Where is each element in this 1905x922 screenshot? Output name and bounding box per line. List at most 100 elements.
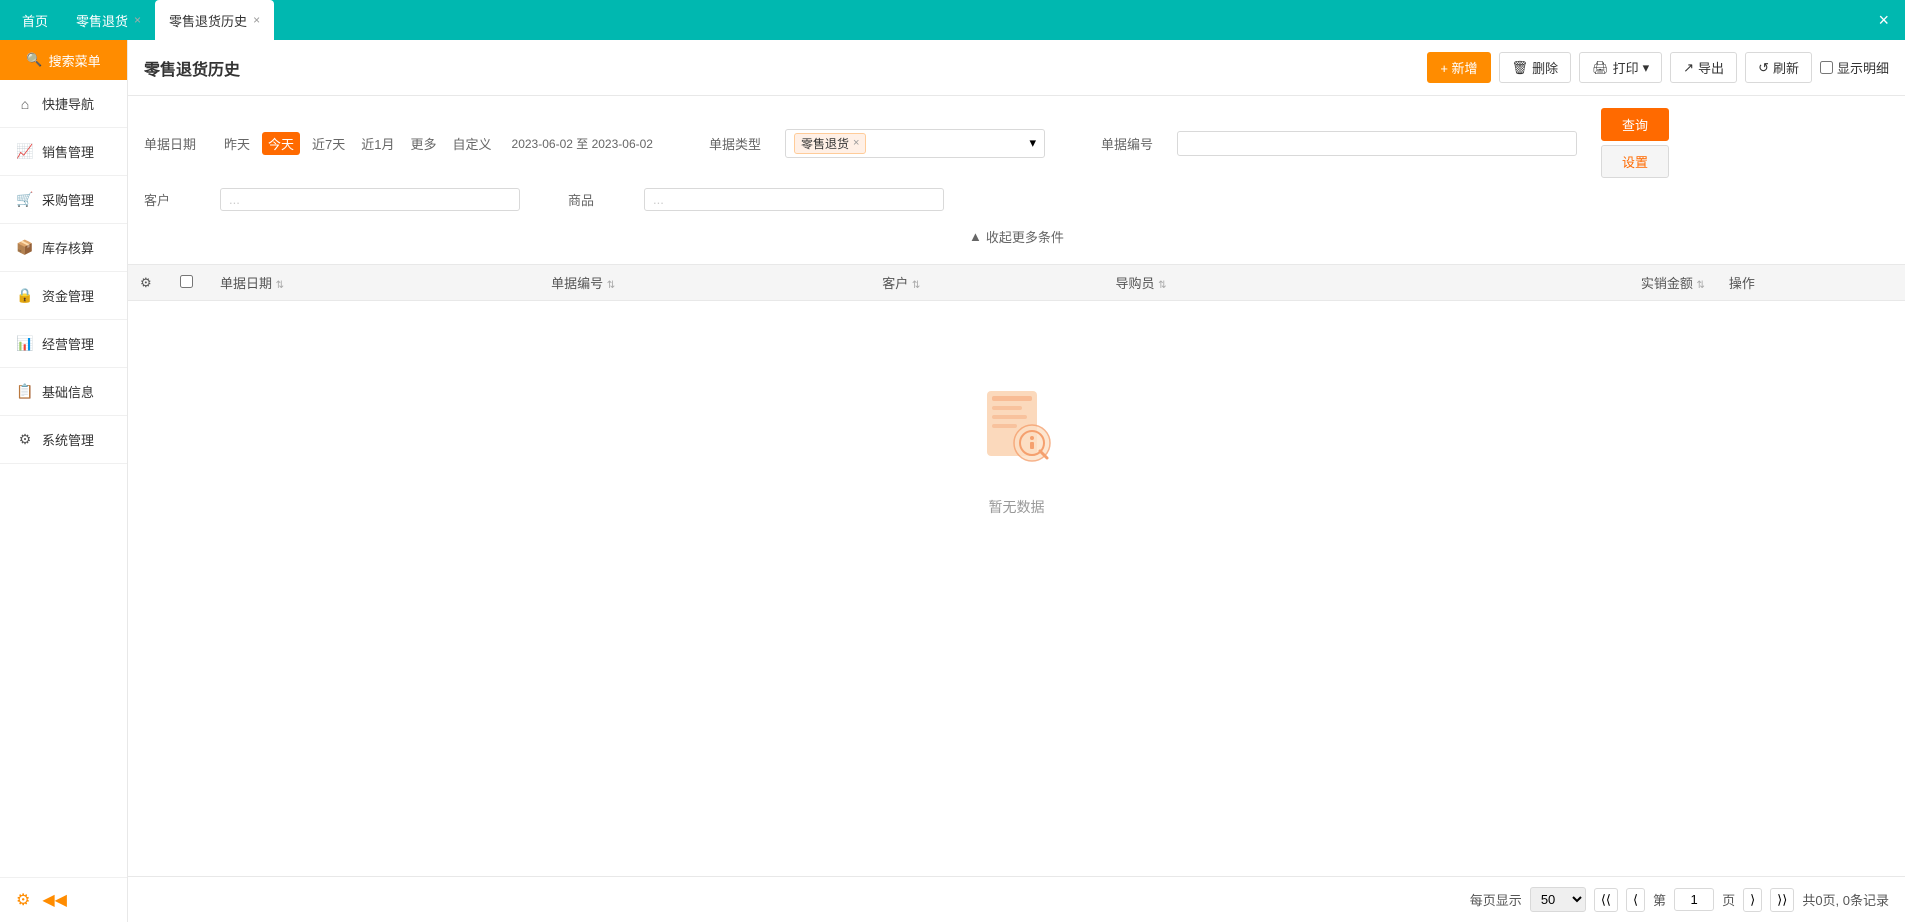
doc-type-tag-text: 零售退货 (801, 135, 849, 152)
th-guide-sort-icon: ⇅ (1158, 280, 1166, 291)
empty-state-text: 暂无数据 (989, 497, 1045, 517)
page-prev-button[interactable]: ⟨ (1626, 888, 1645, 912)
settings-button[interactable]: 设置 (1601, 145, 1669, 178)
page-number-input[interactable] (1674, 888, 1714, 911)
th-amount-label: 实销金额 (1641, 276, 1693, 291)
collapse-icon: ▲ (969, 229, 982, 244)
product-input[interactable]: ... (644, 188, 944, 211)
audio-bottom-icon[interactable]: ◀◀ (42, 890, 67, 910)
filter-row-1: 单据日期 昨天 今天 近7天 近1月 更多 自定义 2023-06-02 至 2… (144, 108, 1889, 178)
date-opt-more[interactable]: 更多 (407, 132, 441, 155)
doc-number-input[interactable] (1177, 131, 1577, 156)
product-label: 商品 (568, 190, 628, 209)
sidebar-item-home[interactable]: ⌂ 快捷导航 (0, 80, 127, 128)
pagination-bar: 每页显示 10 20 50 100 ⟨⟨ ⟨ 第 页 ⟩ ⟩⟩ 共0页, 0条记… (128, 876, 1905, 922)
sidebar-item-sales-label: 销售管理 (42, 142, 94, 161)
doc-number-label: 单据编号 (1101, 134, 1161, 153)
tab-retail-return-history-close[interactable]: × (253, 13, 260, 27)
show-detail-label: 显示明细 (1837, 58, 1889, 77)
delete-icon: 🗑 (1512, 60, 1529, 76)
tab-retail-return-history-label: 零售退货历史 (169, 11, 247, 30)
sidebar-item-basic-info[interactable]: 📋 基础信息 (0, 368, 127, 416)
th-amount[interactable]: 实销金额 ⇅ (1386, 265, 1717, 301)
page-header: 零售退货历史 + 新增 🗑 删除 🖨 打印 ▾ ↗ 导出 ↺ (128, 40, 1905, 96)
query-button[interactable]: 查询 (1601, 108, 1669, 141)
per-page-select[interactable]: 10 20 50 100 (1530, 887, 1586, 912)
sidebar-search[interactable]: 🔍 搜索菜单 (0, 40, 127, 80)
select-all-checkbox[interactable] (180, 275, 193, 288)
collapse-label: 收起更多条件 (986, 227, 1064, 246)
date-opt-today[interactable]: 今天 (262, 132, 300, 155)
print-icon: 🖨 (1592, 60, 1609, 76)
show-detail-checkbox[interactable] (1820, 61, 1833, 74)
sidebar-bottom: ⚙ ◀◀ (0, 877, 127, 922)
collapse-text: ▲ 收起更多条件 (969, 227, 1064, 246)
per-page-label: 每页显示 (1470, 890, 1522, 909)
date-opt-yesterday[interactable]: 昨天 (220, 132, 254, 155)
tab-retail-return-history[interactable]: 零售退货历史 × (155, 0, 274, 40)
page-first-button[interactable]: ⟨⟨ (1594, 888, 1618, 912)
toolbar: + 新增 🗑 删除 🖨 打印 ▾ ↗ 导出 ↺ 刷新 (1427, 52, 1889, 83)
tab-home[interactable]: 首页 (8, 0, 62, 40)
print-button[interactable]: 🖨 打印 ▾ (1579, 52, 1662, 83)
th-doc-number[interactable]: 单据编号 ⇅ (539, 265, 870, 301)
th-date-label: 单据日期 (220, 276, 272, 291)
system-icon: ⚙ (16, 431, 34, 449)
customer-placeholder: ... (229, 192, 240, 207)
show-detail-checkbox-label[interactable]: 显示明细 (1820, 58, 1889, 77)
sidebar-item-operations[interactable]: 📊 经营管理 (0, 320, 127, 368)
sidebar-item-finance[interactable]: 🔒 资金管理 (0, 272, 127, 320)
th-date[interactable]: 单据日期 ⇅ (208, 265, 539, 301)
table-settings-icon[interactable]: ⚙ (140, 275, 152, 290)
th-doc-number-sort-icon: ⇅ (607, 280, 615, 291)
tab-retail-return-close[interactable]: × (134, 13, 141, 27)
empty-state-icon (967, 381, 1067, 481)
th-customer[interactable]: 客户 ⇅ (870, 265, 1103, 301)
th-date-sort-icon: ⇅ (276, 280, 284, 291)
settings-bottom-icon[interactable]: ⚙ (16, 890, 30, 910)
th-amount-sort-icon: ⇅ (1696, 280, 1704, 291)
finance-icon: 🔒 (16, 287, 34, 305)
doc-type-tag-close[interactable]: × (853, 137, 859, 149)
th-settings[interactable]: ⚙ (128, 265, 168, 301)
export-button[interactable]: ↗ 导出 (1670, 52, 1737, 83)
date-opt-custom[interactable]: 自定义 (449, 132, 496, 155)
page-label: 第 (1653, 890, 1666, 909)
th-operation-label: 操作 (1729, 276, 1755, 291)
main-layout: 🔍 搜索菜单 ⌂ 快捷导航 📈 销售管理 🛒 采购管理 📦 库存核算 🔒 资金管… (0, 40, 1905, 922)
date-opt-1month[interactable]: 近1月 (357, 132, 398, 155)
th-checkbox (168, 265, 208, 301)
tab-retail-return-label: 零售退货 (76, 11, 128, 30)
th-guide[interactable]: 导购员 ⇅ (1104, 265, 1386, 301)
sidebar-item-home-label: 快捷导航 (42, 94, 94, 113)
date-range-options: 昨天 今天 近7天 近1月 更多 自定义 (220, 132, 496, 155)
sidebar-item-system[interactable]: ⚙ 系统管理 (0, 416, 127, 464)
tab-retail-return[interactable]: 零售退货 × (62, 0, 155, 40)
date-opt-7days[interactable]: 近7天 (308, 132, 349, 155)
new-button[interactable]: + 新增 (1427, 52, 1490, 83)
customer-label: 客户 (144, 190, 204, 209)
page-title: 零售退货历史 (144, 56, 1427, 80)
empty-state: 暂无数据 (128, 301, 1905, 597)
filter-row-2: 客户 ... 商品 ... (144, 188, 1889, 211)
delete-button[interactable]: 🗑 删除 (1499, 52, 1572, 83)
sidebar-item-sales[interactable]: 📈 销售管理 (0, 128, 127, 176)
window-close-button[interactable]: × (1878, 10, 1889, 30)
export-label: 导出 (1698, 58, 1724, 77)
th-customer-label: 客户 (882, 276, 908, 291)
sidebar-item-inventory[interactable]: 📦 库存核算 (0, 224, 127, 272)
sidebar-item-purchase[interactable]: 🛒 采购管理 (0, 176, 127, 224)
page-unit-label: 页 (1722, 890, 1735, 909)
refresh-button[interactable]: ↺ 刷新 (1745, 52, 1812, 83)
sidebar-item-purchase-label: 采购管理 (42, 190, 94, 209)
inventory-icon: 📦 (16, 239, 34, 257)
refresh-icon: ↺ (1758, 60, 1769, 76)
customer-input[interactable]: ... (220, 188, 520, 211)
page-last-button[interactable]: ⟩⟩ (1770, 888, 1794, 912)
total-info: 共0页, 0条记录 (1802, 890, 1889, 909)
sales-icon: 📈 (16, 143, 34, 161)
doc-type-input[interactable]: 零售退货 × ▾ (785, 129, 1045, 158)
page-next-button[interactable]: ⟩ (1743, 888, 1762, 912)
collapse-button[interactable]: ▲ 收起更多条件 (144, 221, 1889, 252)
doc-type-dropdown-icon: ▾ (1029, 135, 1036, 151)
